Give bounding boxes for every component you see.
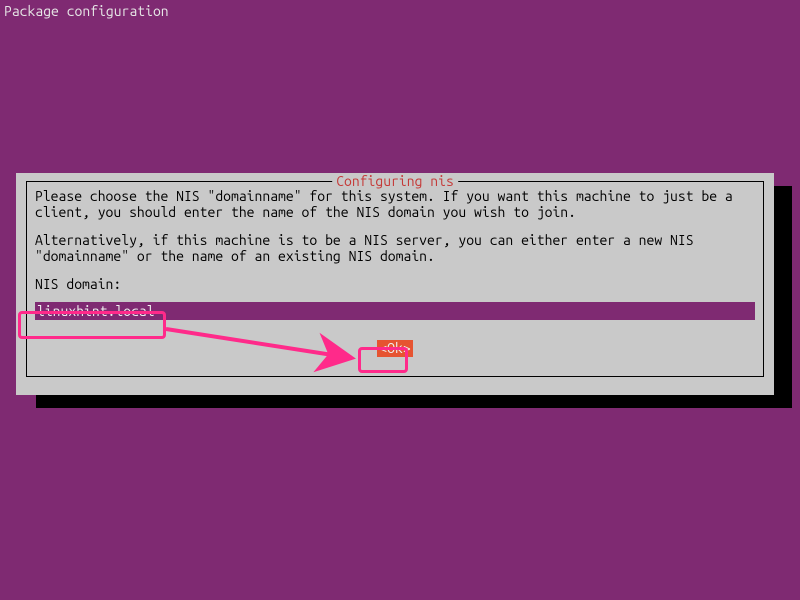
domain-prompt-label: NIS domain: — [35, 276, 755, 292]
dialog-title: Configuring nis — [332, 173, 458, 189]
dialog-paragraph-1: Please choose the NIS "domainname" for t… — [35, 188, 755, 220]
spacer — [35, 220, 755, 232]
button-row: <Ok> — [35, 340, 755, 360]
dialog-paragraph-2: Alternatively, if this machine is to be … — [35, 232, 755, 264]
config-dialog: Configuring nis Please choose the NIS "d… — [16, 173, 774, 395]
screen-title: Package configuration — [4, 3, 169, 19]
dialog-border: Configuring nis Please choose the NIS "d… — [26, 181, 764, 377]
ok-button[interactable]: <Ok> — [377, 340, 412, 356]
nis-domain-input[interactable] — [35, 302, 755, 320]
domain-input-row — [35, 302, 755, 320]
